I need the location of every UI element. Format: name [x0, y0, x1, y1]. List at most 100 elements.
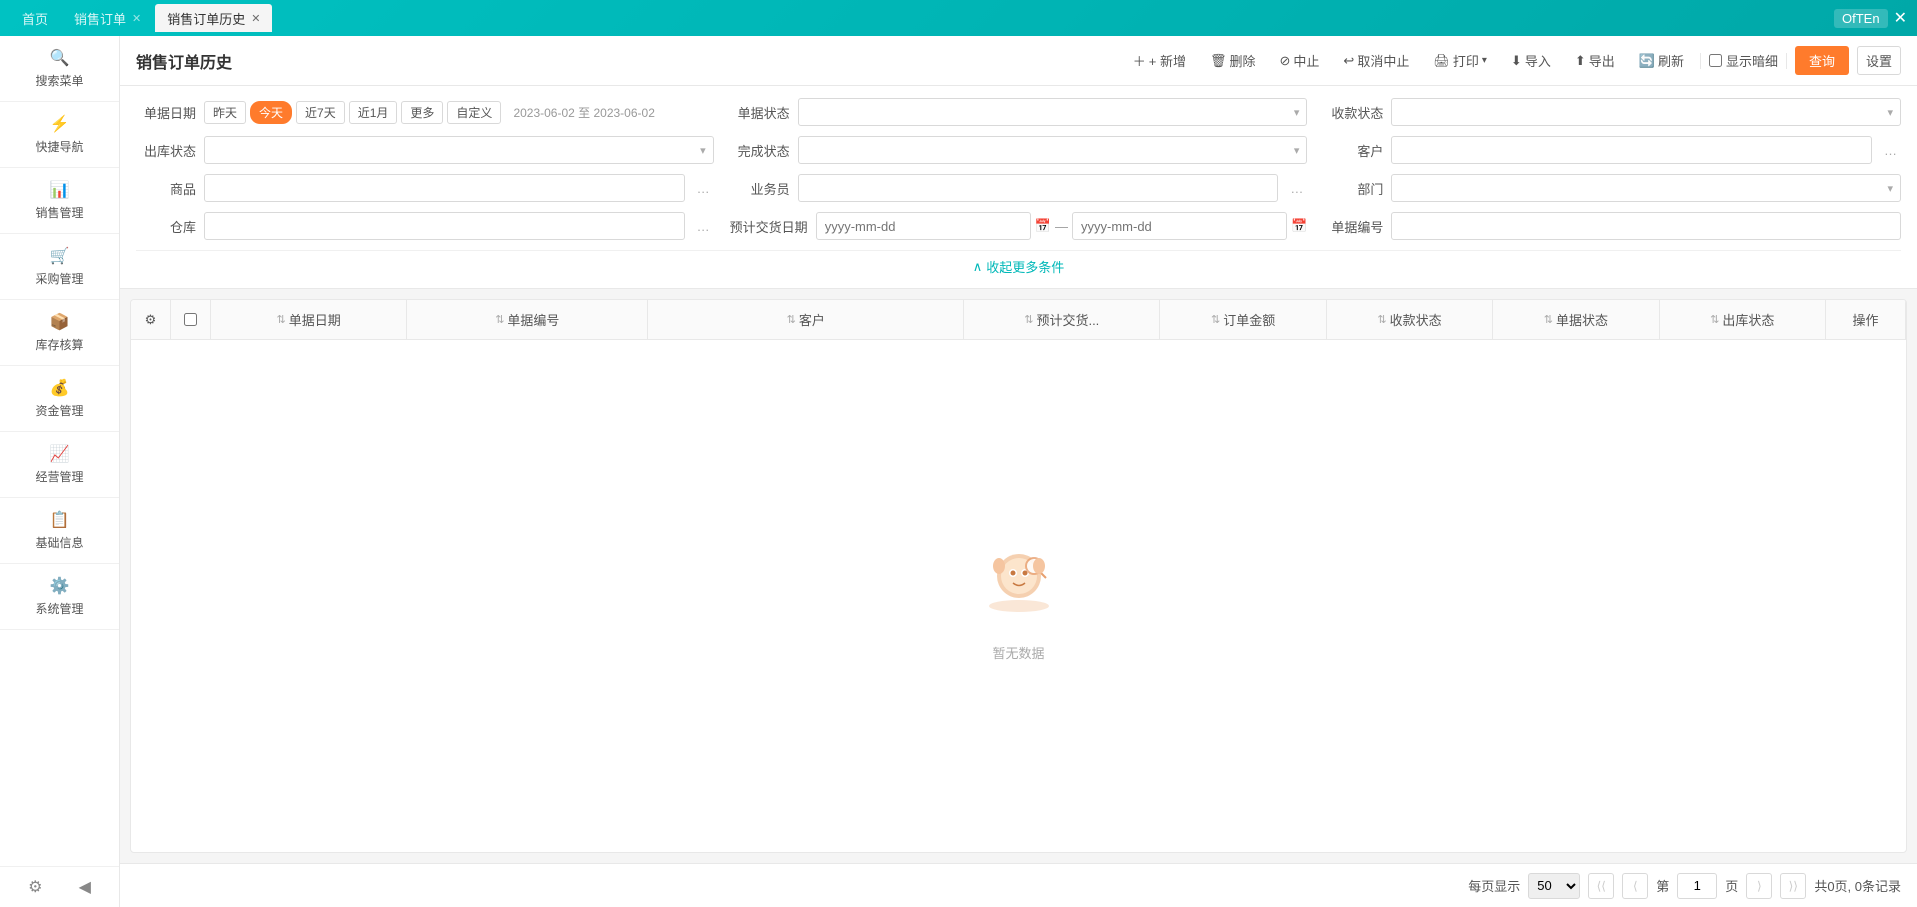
- date-today-btn[interactable]: 今天: [250, 101, 292, 124]
- new-icon: ＋: [1133, 51, 1146, 70]
- salesperson-more-btn[interactable]: …: [1286, 181, 1307, 196]
- warehouse-input[interactable]: [204, 212, 685, 240]
- sort-amount-icon: ⇅: [1211, 313, 1220, 326]
- sidebar-settings-btn[interactable]: ⚙: [28, 877, 42, 897]
- last-page-btn[interactable]: ⟩⟩: [1780, 873, 1806, 899]
- sidebar-item-finance[interactable]: 💰 资金管理: [0, 366, 119, 432]
- th-delivery[interactable]: ⇅ 预计交货...: [964, 300, 1160, 339]
- main-layout: 🔍 搜索菜单 ⚡ 快捷导航 📊 销售管理 🛒 采购管理 📦 库存核算 💰 资金管…: [0, 36, 1917, 907]
- sidebar-item-basic-info[interactable]: 📋 基础信息: [0, 498, 119, 564]
- delivery-date-to[interactable]: [1072, 212, 1287, 240]
- cancel-stop-btn[interactable]: ↩ 取消中止: [1335, 47, 1417, 74]
- sidebar-item-sales-mgmt[interactable]: 📊 销售管理: [0, 168, 119, 234]
- dept-select-wrapper: ▾: [1391, 174, 1901, 202]
- page-size-select[interactable]: 50 10 20 100: [1528, 873, 1580, 899]
- receipt-status-select[interactable]: [1391, 98, 1901, 126]
- customer-label: 客户: [1323, 141, 1383, 160]
- outbound-select[interactable]: [204, 136, 714, 164]
- th-receipt-status-label: 收款状态: [1390, 310, 1442, 329]
- th-bill-status[interactable]: ⇅ 单据状态: [1493, 300, 1659, 339]
- completion-label: 完成状态: [730, 141, 790, 160]
- date-1month-btn[interactable]: 近1月: [349, 101, 398, 124]
- refresh-btn[interactable]: 🔄 刷新: [1631, 47, 1692, 74]
- filter-group-receipt-status: 收款状态 ▾: [1323, 98, 1901, 126]
- th-amount[interactable]: ⇅ 订单金额: [1160, 300, 1326, 339]
- product-input[interactable]: [204, 174, 685, 202]
- sidebar-item-system-mgmt[interactable]: ⚙️ 系统管理: [0, 564, 119, 630]
- import-btn-label: 导入: [1525, 51, 1551, 70]
- refresh-btn-label: 刷新: [1658, 51, 1684, 70]
- toolbar-divider: [1700, 53, 1701, 69]
- first-page-btn[interactable]: ⟨⟨: [1588, 873, 1614, 899]
- bill-status-select[interactable]: [798, 98, 1308, 126]
- product-label: 商品: [136, 179, 196, 198]
- completion-select[interactable]: [798, 136, 1308, 164]
- sidebar-item-inventory[interactable]: 📦 库存核算: [0, 300, 119, 366]
- salesperson-label: 业务员: [730, 179, 790, 198]
- delivery-date-from[interactable]: [816, 212, 1031, 240]
- sort-customer-icon: ⇅: [787, 313, 796, 326]
- tab-sales-order-history-close[interactable]: ✕: [251, 12, 260, 25]
- delete-icon: 🗑: [1210, 53, 1227, 69]
- next-page-btn[interactable]: ⟩: [1746, 873, 1772, 899]
- operations-icon: 📈: [50, 444, 70, 464]
- sidebar-bottom: ⚙ ◀: [0, 866, 119, 907]
- select-all-checkbox[interactable]: [184, 313, 197, 326]
- date-more-btn[interactable]: 更多: [401, 101, 443, 124]
- stop-btn[interactable]: ⊘ 中止: [1272, 47, 1328, 74]
- th-date[interactable]: ⇅ 单据日期: [211, 300, 407, 339]
- search-btn[interactable]: 查询: [1795, 46, 1849, 75]
- filter-row-2: 出库状态 ▾ 完成状态 ▾ 客户 …: [136, 136, 1901, 164]
- display-columns-checkbox[interactable]: [1709, 54, 1722, 67]
- th-customer[interactable]: ⇅ 客户: [648, 300, 964, 339]
- th-warehouse-status[interactable]: ⇅ 出库状态: [1660, 300, 1826, 339]
- sidebar-item-quick-nav[interactable]: ⚡ 快捷导航: [0, 102, 119, 168]
- import-btn[interactable]: ⬇ 导入: [1503, 47, 1559, 74]
- th-receipt-status[interactable]: ⇅ 收款状态: [1327, 300, 1493, 339]
- window-close-btn[interactable]: ✕: [1894, 8, 1907, 28]
- date-custom-btn[interactable]: 自定义: [447, 101, 501, 124]
- tab-sales-order-close[interactable]: ✕: [132, 12, 141, 25]
- sidebar-item-search-menu[interactable]: 🔍 搜索菜单: [0, 36, 119, 102]
- date-7days-btn[interactable]: 近7天: [296, 101, 345, 124]
- tab-home[interactable]: 首页: [10, 4, 60, 32]
- search-btn-label: 查询: [1809, 51, 1835, 70]
- inventory-icon: 📦: [50, 312, 70, 332]
- th-check[interactable]: [171, 300, 211, 339]
- th-number[interactable]: ⇅ 单据编号: [407, 300, 648, 339]
- delete-btn[interactable]: 🗑 删除: [1202, 47, 1264, 74]
- page-input[interactable]: [1677, 873, 1717, 899]
- collapse-row[interactable]: ∧ 收起更多条件: [136, 250, 1901, 276]
- toolbar: ＋ + 新增 🗑 删除 ⊘ 中止 ↩ 取消中止 🖨 打印: [1125, 46, 1901, 75]
- date-yesterday-btn[interactable]: 昨天: [204, 101, 246, 124]
- product-more-btn[interactable]: …: [693, 181, 714, 196]
- date-label: 单据日期: [136, 103, 196, 122]
- salesperson-input[interactable]: [798, 174, 1279, 202]
- export-btn[interactable]: ⬆ 导出: [1567, 47, 1623, 74]
- warehouse-more-btn[interactable]: …: [693, 219, 714, 234]
- sidebar-item-purchase-mgmt[interactable]: 🛒 采购管理: [0, 234, 119, 300]
- tab-sales-order-history[interactable]: 销售订单历史 ✕: [155, 4, 272, 32]
- prev-page-btn[interactable]: ⟨: [1622, 873, 1648, 899]
- print-btn[interactable]: 🖨 打印 ▾: [1425, 47, 1495, 74]
- th-settings[interactable]: ⚙: [131, 300, 171, 339]
- customer-more-btn[interactable]: …: [1880, 143, 1901, 158]
- settings-btn[interactable]: 设置: [1857, 46, 1901, 75]
- sidebar-collapse-btn[interactable]: ◀: [79, 877, 91, 897]
- dept-select[interactable]: [1391, 174, 1901, 202]
- tab-sales-order[interactable]: 销售订单 ✕: [62, 4, 153, 32]
- pagination: 每页显示 50 10 20 100 ⟨⟨ ⟨ 第 页 ⟩ ⟩⟩ 共0页, 0条记…: [120, 863, 1917, 907]
- collapse-label: 收起更多条件: [986, 257, 1064, 276]
- delivery-date-from-icon[interactable]: 📅: [1035, 218, 1051, 234]
- delivery-date-to-icon[interactable]: 📅: [1291, 218, 1307, 234]
- bill-number-input[interactable]: [1391, 212, 1901, 240]
- filter-group-salesperson: 业务员 …: [730, 174, 1308, 202]
- settings-icon: ⚙: [145, 312, 157, 328]
- sidebar-item-operations[interactable]: 📈 经营管理: [0, 432, 119, 498]
- sidebar: 🔍 搜索菜单 ⚡ 快捷导航 📊 销售管理 🛒 采购管理 📦 库存核算 💰 资金管…: [0, 36, 120, 907]
- sort-bill-icon: ⇅: [1544, 313, 1553, 326]
- display-columns-toggle[interactable]: 显示暗细: [1709, 51, 1778, 70]
- customer-input[interactable]: [1391, 136, 1872, 164]
- new-btn[interactable]: ＋ + 新增: [1125, 47, 1194, 74]
- receipt-status-select-wrapper: ▾: [1391, 98, 1901, 126]
